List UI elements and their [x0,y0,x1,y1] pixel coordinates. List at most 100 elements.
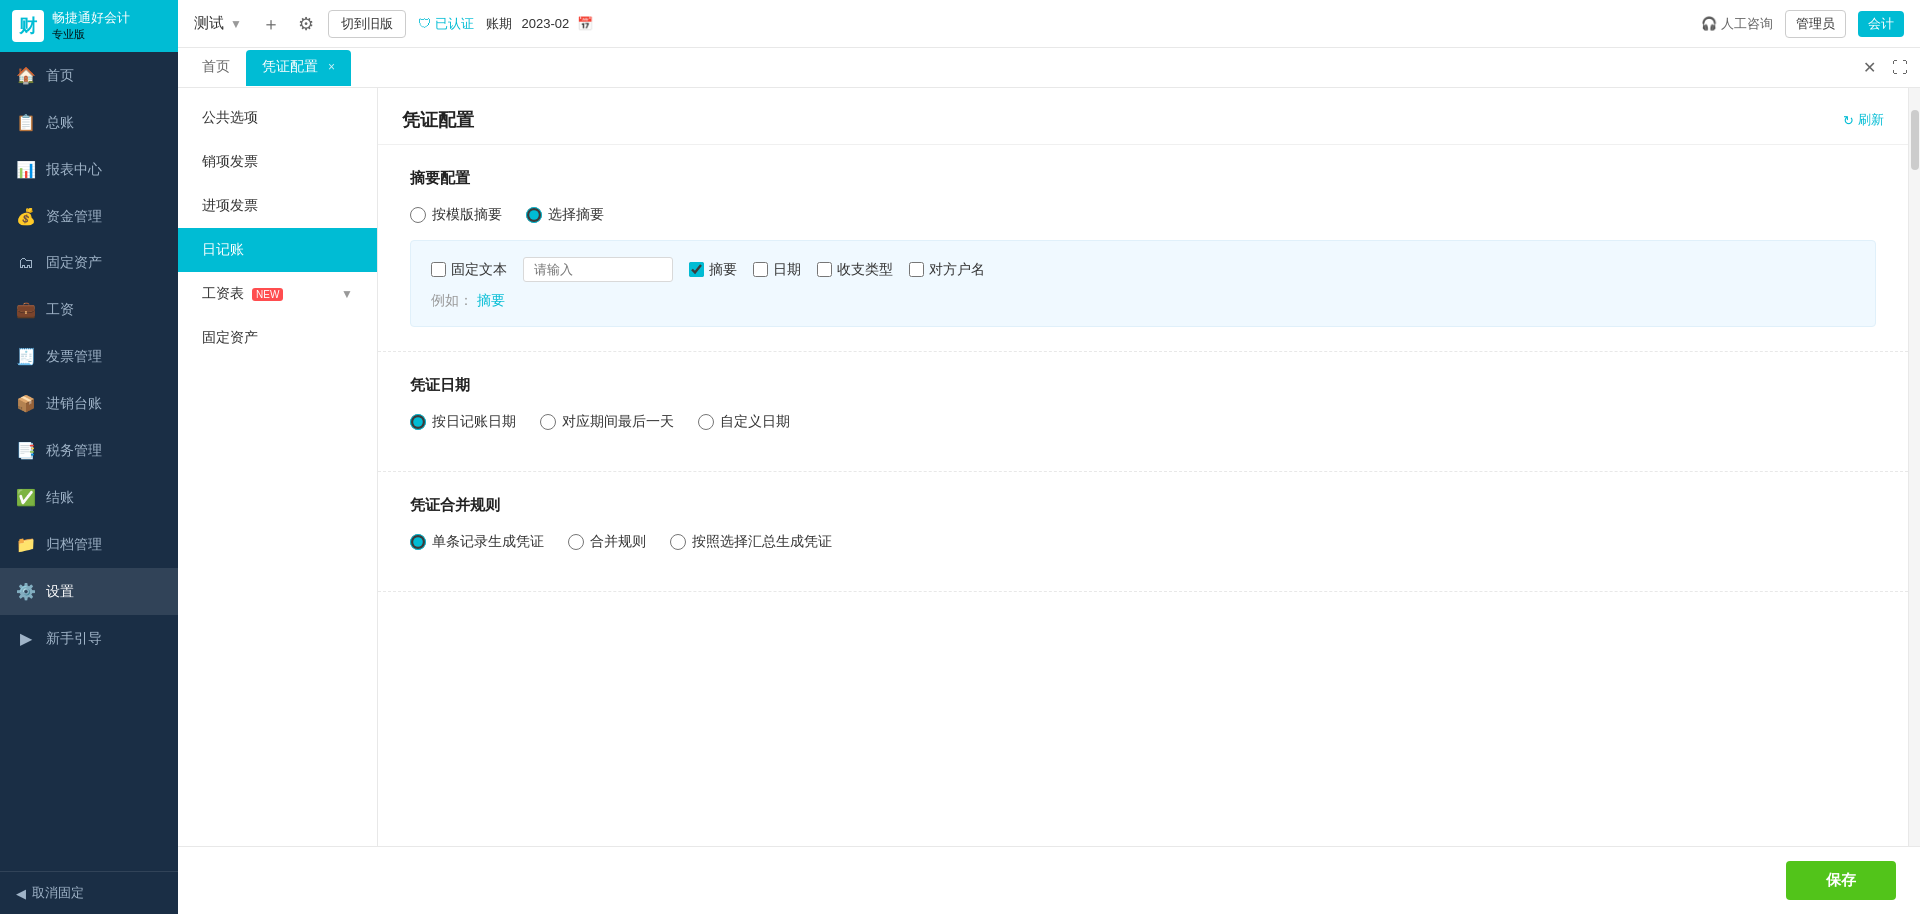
sidebar-item-guide[interactable]: ▶ 新手引导 [0,615,178,662]
summary-radio-group: 按模版摘要 选择摘要 [410,206,1876,224]
sidebar-item-checkout[interactable]: ✅ 结账 [0,474,178,521]
tab-home[interactable]: 首页 [186,50,246,86]
sidebar-item-payroll[interactable]: 💼 工资 [0,286,178,333]
guide-icon: ▶ [16,629,36,648]
role-button[interactable]: 会计 [1858,11,1904,37]
sidebar-item-label: 固定资产 [46,254,102,272]
summary-title: 摘要配置 [410,169,1876,188]
checkbox-counterpart-input[interactable] [909,262,924,277]
checkbox-income-type[interactable]: 收支类型 [817,261,893,279]
certified-label: 已认证 [435,15,474,33]
single-label: 单条记录生成凭证 [432,533,544,551]
scrollbar-thumb[interactable] [1911,110,1919,170]
user-button[interactable]: 管理员 [1785,10,1846,38]
left-nav-item-journal[interactable]: 日记账 [178,228,377,272]
sidebar-item-label: 归档管理 [46,536,102,554]
radio-merge-input[interactable] [568,534,584,550]
add-button[interactable]: ＋ [258,8,284,40]
sidebar-item-tax[interactable]: 📑 税务管理 [0,427,178,474]
content-area: 公共选项 销项发票 进项发票 日记账 工资表 NEW ▼ [178,88,1920,846]
switch-version-button[interactable]: 切到旧版 [328,10,406,38]
sidebar-item-home[interactable]: 🏠 首页 [0,52,178,99]
checkout-icon: ✅ [16,488,36,507]
income-type-label: 收支类型 [837,261,893,279]
radio-single-input[interactable] [410,534,426,550]
summary-generate-label: 按照选择汇总生成凭证 [692,533,832,551]
sidebar-item-reports[interactable]: 📊 报表中心 [0,146,178,193]
checkbox-summary[interactable]: 摘要 [689,261,737,279]
radio-template-summary[interactable]: 按模版摘要 [410,206,502,224]
radio-merge-rule[interactable]: 合并规则 [568,533,646,551]
main-panel: 凭证配置 ↻ 刷新 摘要配置 按模版摘要 选择摘要 [378,88,1908,846]
example-row: 例如： 摘要 [431,292,1855,310]
topbar-actions: ＋ ⚙ 切到旧版 [258,8,406,40]
radio-template-summary-input[interactable] [410,207,426,223]
tab-voucher-config[interactable]: 凭证配置 × [246,50,351,86]
radio-summary-input[interactable] [670,534,686,550]
checkbox-fixed-text-input[interactable] [431,262,446,277]
sidebar-item-ledger[interactable]: 📋 总账 [0,99,178,146]
tab-close-icon[interactable]: × [328,60,335,74]
left-nav-item-payroll-table[interactable]: 工资表 NEW ▼ [178,272,377,316]
left-nav-item-sales-invoice[interactable]: 销项发票 [178,140,377,184]
left-nav-label: 日记账 [202,241,244,257]
radio-select-summary-input[interactable] [526,207,542,223]
cancel-pin-button[interactable]: ◀ 取消固定 [0,871,178,914]
refresh-button[interactable]: ↻ 刷新 [1843,111,1884,129]
radio-journal-date[interactable]: 按日记账日期 [410,413,516,431]
radio-last-day-input[interactable] [540,414,556,430]
refresh-label: 刷新 [1858,111,1884,129]
radio-select-summary[interactable]: 选择摘要 [526,206,604,224]
sidebar-item-label: 新手引导 [46,630,102,648]
summary-section: 摘要配置 按模版摘要 选择摘要 固定文本 [378,145,1908,352]
radio-custom-date-input[interactable] [698,414,714,430]
left-nav-item-public[interactable]: 公共选项 [178,96,377,140]
journal-date-label: 按日记账日期 [432,413,516,431]
sidebar-item-invoice[interactable]: 🧾 发票管理 [0,333,178,380]
expand-button[interactable]: ⛶ [1888,55,1912,81]
calendar-icon: 📅 [577,16,593,31]
save-button[interactable]: 保存 [1786,861,1896,900]
app-logo-text: 畅捷通好会计 专业版 [52,10,130,42]
funds-icon: 💰 [16,207,36,226]
sidebar-item-assets[interactable]: 🗂 固定资产 [0,240,178,286]
settings-button[interactable]: ⚙ [294,9,318,39]
sidebar-item-settings[interactable]: ⚙️ 设置 [0,568,178,615]
left-nav-item-fixed-assets[interactable]: 固定资产 [178,316,377,360]
sidebar-item-purchase[interactable]: 📦 进销台账 [0,380,178,427]
radio-journal-date-input[interactable] [410,414,426,430]
sidebar-item-label: 税务管理 [46,442,102,460]
right-scrollbar[interactable] [1908,88,1920,846]
checkbox-income-type-input[interactable] [817,262,832,277]
purchase-icon: 📦 [16,394,36,413]
company-name: 测试 [194,14,224,33]
sidebar-item-archive[interactable]: 📁 归档管理 [0,521,178,568]
radio-custom-date[interactable]: 自定义日期 [698,413,790,431]
left-nav-item-purchase-invoice[interactable]: 进项发票 [178,184,377,228]
checkbox-date-input[interactable] [753,262,768,277]
checkbox-summary-input[interactable] [689,262,704,277]
sidebar-item-label: 设置 [46,583,74,601]
ledger-icon: 📋 [16,113,36,132]
company-selector[interactable]: 测试 ▼ [194,14,242,33]
radio-summary-generate[interactable]: 按照选择汇总生成凭证 [670,533,832,551]
sidebar-item-label: 总账 [46,114,74,132]
sidebar-logo[interactable]: 财 畅捷通好会计 专业版 [0,0,178,52]
checkbox-fixed-text[interactable]: 固定文本 [431,261,507,279]
sidebar-item-funds[interactable]: 💰 资金管理 [0,193,178,240]
shield-icon: 🛡 [418,16,431,31]
radio-template-label: 按模版摘要 [432,206,502,224]
consult-button[interactable]: 🎧 人工咨询 [1701,15,1773,33]
merge-section: 凭证合并规则 单条记录生成凭证 合并规则 按照选择汇总生成凭证 [378,472,1908,592]
sidebar: 财 畅捷通好会计 专业版 🏠 首页 📋 总账 📊 报表中心 💰 资金管理 🗂 固… [0,0,178,914]
left-nav-label: 销项发票 [202,153,258,169]
fixed-text-input[interactable] [523,257,673,282]
checkbox-date[interactable]: 日期 [753,261,801,279]
radio-single-record[interactable]: 单条记录生成凭证 [410,533,544,551]
radio-last-day[interactable]: 对应期间最后一天 [540,413,674,431]
sidebar-item-label: 资金管理 [46,208,102,226]
sidebar-item-label: 报表中心 [46,161,102,179]
close-button[interactable]: ✕ [1859,54,1880,81]
checkbox-counterpart[interactable]: 对方户名 [909,261,985,279]
refresh-icon: ↻ [1843,113,1854,128]
